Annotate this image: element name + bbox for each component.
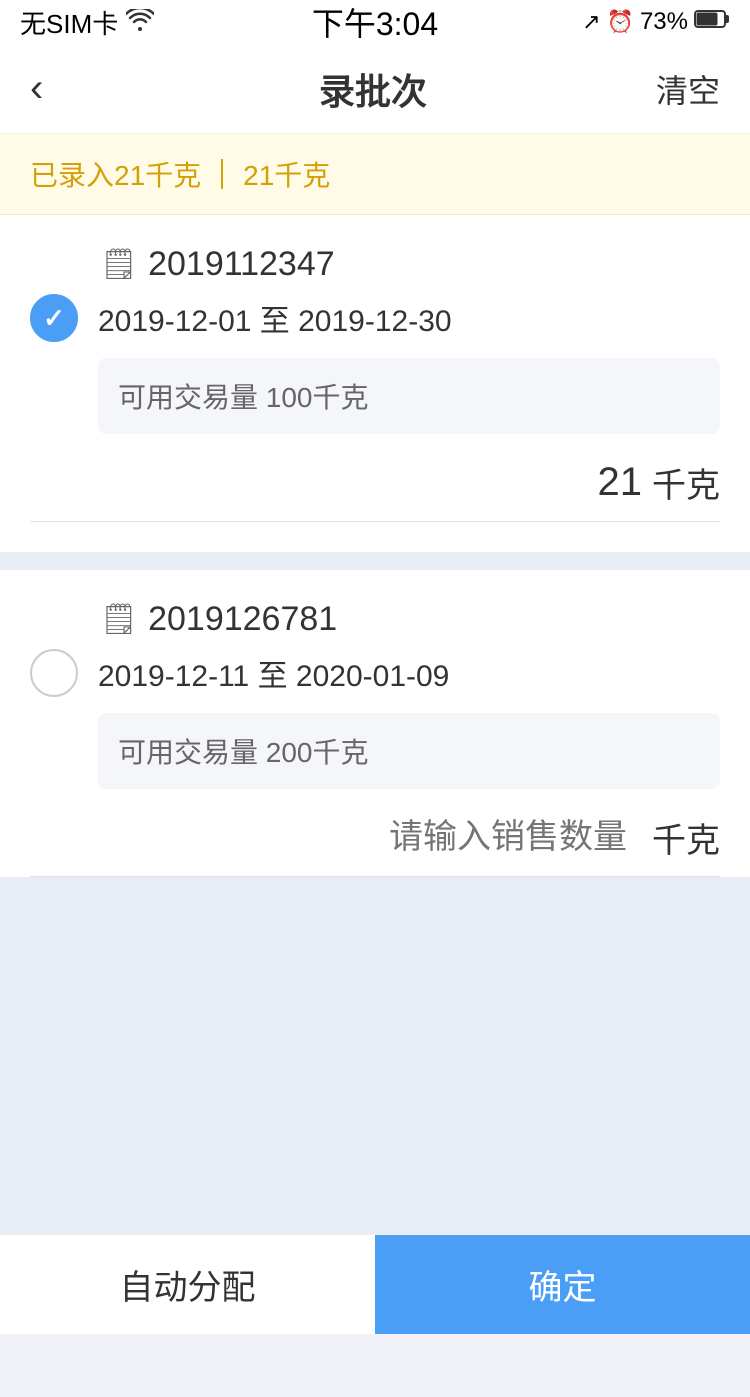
carrier-text: 无SIM卡 bbox=[20, 4, 118, 41]
wifi-icon bbox=[126, 7, 154, 38]
status-right: ↗ ⏰ 73% bbox=[582, 8, 730, 36]
nav-bar: ‹ 录批次 清空 bbox=[0, 44, 750, 134]
batch-1-date-row[interactable]: 2019-12-01 至 2019-12-30 bbox=[30, 294, 720, 342]
alarm-icon: ⏰ bbox=[607, 9, 634, 35]
location-icon: ↗ bbox=[582, 9, 600, 35]
batch-2-available: 可用交易量 200千克 bbox=[98, 713, 720, 789]
status-left: 无SIM卡 bbox=[20, 4, 154, 41]
batch-item-1: 🗒 2019112347 2019-12-01 至 2019-12-30 可用交… bbox=[0, 215, 750, 552]
batch-1-quantity-unit: 千克 bbox=[652, 458, 720, 507]
batch-1-available: 可用交易量 100千克 bbox=[98, 358, 720, 434]
batch-2-date-row[interactable]: 2019-12-11 至 2020-01-09 bbox=[30, 649, 720, 697]
status-time: 下午3:04 bbox=[312, 0, 438, 45]
battery-text: 73% bbox=[640, 8, 688, 36]
status-bar: 无SIM卡 下午3:04 ↗ ⏰ 73% bbox=[0, 0, 750, 44]
batch-2-quantity-unit: 千克 bbox=[652, 813, 720, 862]
batch-item-2: 🗒 2019126781 2019-12-11 至 2020-01-09 可用交… bbox=[0, 570, 750, 877]
batch-1-header: 🗒 2019112347 bbox=[30, 245, 720, 284]
batch-icon-2: 🗒 bbox=[100, 602, 138, 637]
batch-2-header: 🗒 2019126781 bbox=[30, 600, 720, 639]
bottom-action-bar: 自动分配 确定 bbox=[0, 1234, 750, 1334]
battery-icon bbox=[694, 8, 730, 36]
page-title: 录批次 bbox=[319, 63, 427, 115]
section-separator bbox=[0, 552, 750, 570]
batch-icon-1: 🗒 bbox=[100, 247, 138, 282]
batch-2-date: 2019-12-11 至 2020-01-09 bbox=[98, 651, 449, 695]
back-button[interactable]: ‹ bbox=[30, 66, 90, 111]
batch-2-id: 2019126781 bbox=[148, 600, 337, 639]
clear-button[interactable]: 清空 bbox=[656, 66, 720, 112]
batch-1-date: 2019-12-01 至 2019-12-30 bbox=[98, 296, 452, 340]
info-divider bbox=[221, 159, 223, 189]
confirm-button[interactable]: 确定 bbox=[375, 1235, 750, 1334]
info-banner: 已录入21千克 21千克 bbox=[0, 134, 750, 215]
auto-distribute-button[interactable]: 自动分配 bbox=[0, 1235, 375, 1334]
batch-2-radio[interactable] bbox=[30, 649, 78, 697]
batch-2-quantity-row: 千克 bbox=[0, 789, 750, 862]
batch-1-quantity-row: 21 千克 bbox=[0, 434, 750, 507]
recorded-amount-value: 21千克 bbox=[243, 154, 330, 194]
batch-1-radio[interactable] bbox=[30, 294, 78, 342]
batch-1-quantity-value: 21 bbox=[598, 460, 643, 505]
batch-1-id: 2019112347 bbox=[148, 245, 335, 284]
batch-2-quantity-input[interactable] bbox=[30, 818, 642, 857]
recorded-amount-label: 已录入21千克 bbox=[30, 154, 201, 194]
